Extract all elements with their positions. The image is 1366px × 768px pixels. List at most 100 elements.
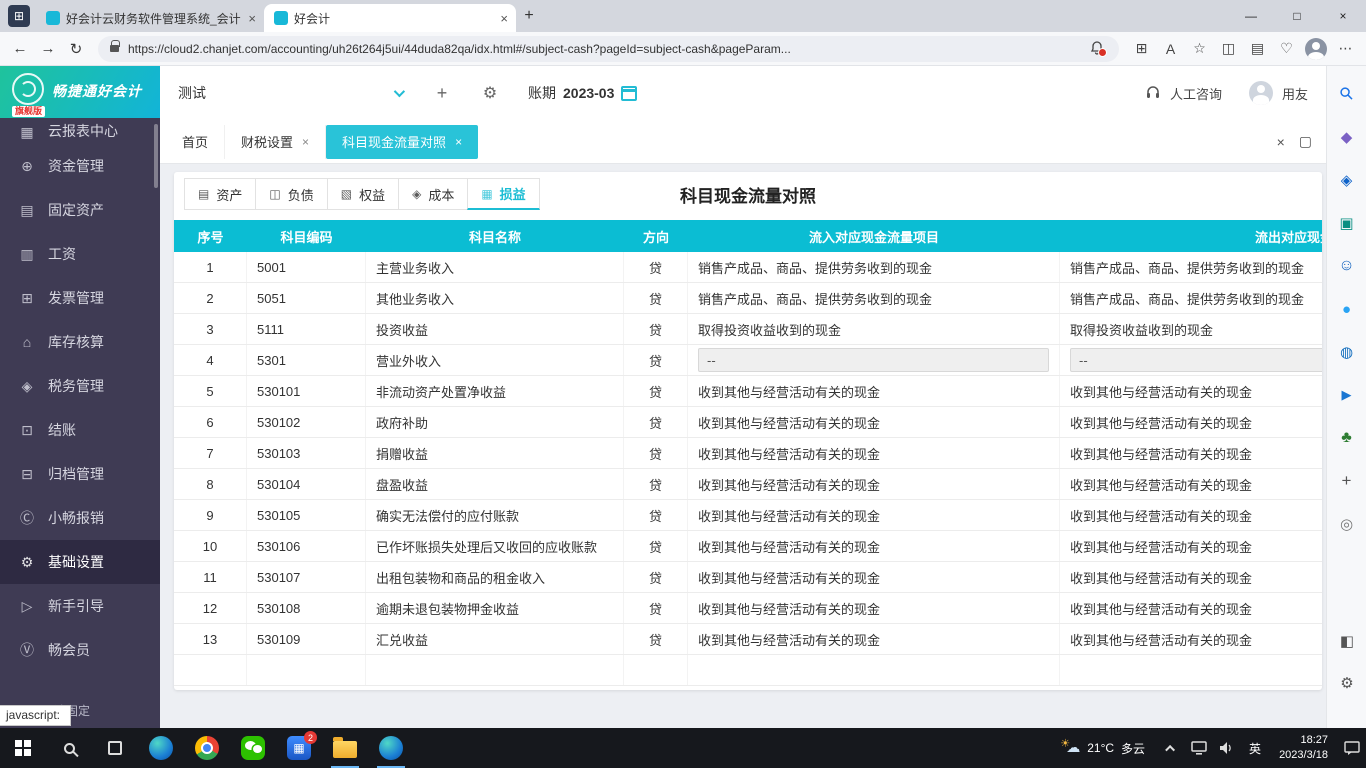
taskbar-chrome-button[interactable] [184, 728, 230, 768]
add-account-button[interactable]: + [430, 83, 454, 104]
workspace-icon[interactable]: ⊞ [8, 5, 30, 27]
category-tab[interactable]: ▦ 损益 [467, 178, 540, 210]
profile-avatar[interactable] [1305, 37, 1327, 60]
support-link[interactable]: 人工咨询 [1170, 84, 1222, 103]
taskbar-edge-button[interactable] [138, 728, 184, 768]
cell-outflow-item[interactable]: 收到其他与经营活动有关的现金 [1060, 407, 1322, 437]
read-aloud-icon[interactable]: A [1156, 35, 1185, 63]
cell-outflow-item[interactable]: 收到其他与经营活动有关的现金 [1060, 469, 1322, 499]
outlook-icon[interactable]: ◍ [1333, 338, 1361, 366]
cell-inflow-item[interactable]: -- [688, 345, 1060, 375]
split-screen-icon[interactable]: ◫ [1214, 35, 1243, 63]
ime-indicator[interactable]: 英 [1241, 728, 1269, 768]
cell-inflow-item[interactable]: 收到其他与经营活动有关的现金 [688, 500, 1060, 530]
weather-widget[interactable]: ☀ ☁ 21°C 多云 [1048, 728, 1157, 768]
browser-menu-icon[interactable]: ⋯ [1331, 35, 1360, 63]
cell-outflow-item[interactable]: 收到其他与经营活动有关的现金 [1060, 624, 1322, 654]
action-center-button[interactable] [1338, 728, 1366, 768]
volume-icon[interactable] [1213, 728, 1241, 768]
table-row[interactable]: 10 530106 已作坏账损失处理后又收回的应收账款 贷 收到其他与经营活动有… [174, 531, 1322, 562]
sidebar-item[interactable]: ⌂ 库存核算 [0, 320, 160, 364]
user-avatar[interactable] [1248, 81, 1273, 105]
accounting-period[interactable]: 账期 2023-03 [528, 83, 638, 103]
cell-inflow-item[interactable]: 收到其他与经营活动有关的现金 [688, 469, 1060, 499]
settings-gear-icon[interactable]: ⚙ [478, 83, 502, 103]
travel-tools-icon[interactable]: ▣ [1333, 209, 1361, 237]
panel-toggle-icon[interactable]: ◧ [1333, 627, 1361, 655]
fullscreen-button[interactable]: ▢ [1299, 133, 1312, 150]
chat-icon[interactable]: ● [1333, 295, 1361, 323]
table-row[interactable]: 11 530107 出租包装物和商品的租金收入 贷 收到其他与经营活动有关的现金… [174, 562, 1322, 593]
browser-tab[interactable]: 好会计云财务软件管理系统_会计 × [36, 4, 264, 32]
collections-icon[interactable]: ▤ [1243, 35, 1272, 63]
refresh-button[interactable]: ↻ [62, 35, 90, 63]
cell-outflow-item[interactable]: 销售产成品、商品、提供劳务收到的现金 [1060, 252, 1322, 282]
category-tab[interactable]: ▧ 权益 [326, 178, 400, 210]
cell-inflow-item[interactable]: 收到其他与经营活动有关的现金 [688, 562, 1060, 592]
notifications-blocked-icon[interactable] [1089, 40, 1107, 58]
sidebar-item[interactable]: ◈ 税务管理 [0, 364, 160, 408]
company-select[interactable]: 测试 [178, 83, 406, 103]
tab-close-icon[interactable]: × [500, 11, 508, 26]
cell-inflow-item[interactable]: 收到其他与经营活动有关的现金 [688, 438, 1060, 468]
add-favorite-icon[interactable]: ☆ [1185, 35, 1214, 63]
sidebar-item[interactable]: ▤ 固定资产 [0, 188, 160, 232]
taskbar-app-button[interactable]: ▦ 2 [276, 728, 322, 768]
tab-close-icon[interactable]: × [248, 11, 256, 26]
sidebar-item[interactable]: ⊞ 发票管理 [0, 276, 160, 320]
maximize-button[interactable]: □ [1274, 0, 1320, 32]
taskbar-edge-active-button[interactable] [368, 728, 414, 768]
browser-tab-active[interactable]: 好会计 × [264, 4, 516, 32]
cell-inflow-item[interactable]: 收到其他与经营活动有关的现金 [688, 531, 1060, 561]
tree-app-icon[interactable]: ♣ [1333, 424, 1361, 452]
cell-inflow-item[interactable]: 收到其他与经营活动有关的现金 [688, 407, 1060, 437]
table-row[interactable]: 12 530108 逾期未退包装物押金收益 贷 收到其他与经营活动有关的现金 收… [174, 593, 1322, 624]
search-icon[interactable]: ⚲ [1327, 74, 1366, 114]
taskbar-search-button[interactable] [46, 728, 92, 768]
table-row[interactable]: 13 530109 汇兑收益 贷 收到其他与经营活动有关的现金 收到其他与经营活… [174, 624, 1322, 655]
sidebar-item[interactable]: ▷ 新手引导 [0, 584, 160, 628]
cell-inflow-item[interactable]: 销售产成品、商品、提供劳务收到的现金 [688, 283, 1060, 313]
games-icon[interactable]: ◎ [1333, 510, 1361, 538]
shopping-icon[interactable]: ◈ [1333, 166, 1361, 194]
sidebar-item[interactable]: Ⓒ 小畅报销 [0, 496, 160, 540]
hidden-icons-button[interactable] [1157, 728, 1185, 768]
copilot-icon[interactable]: ◆ [1333, 123, 1361, 151]
table-row[interactable]: 8 530104 盘盈收益 贷 收到其他与经营活动有关的现金 收到其他与经营活动… [174, 469, 1322, 500]
cell-outflow-item[interactable]: 收到其他与经营活动有关的现金 [1060, 500, 1322, 530]
cell-outflow-item[interactable]: 收到其他与经营活动有关的现金 [1060, 593, 1322, 623]
taskbar-explorer-button[interactable] [322, 728, 368, 768]
page-tab[interactable]: 财税设置 × [225, 124, 327, 159]
forward-button[interactable]: → [34, 35, 62, 63]
minimize-button[interactable]: — [1228, 0, 1274, 32]
taskbar-wechat-button[interactable] [230, 728, 276, 768]
browser-essentials-icon[interactable]: ♡ [1272, 35, 1301, 63]
cell-outflow-item[interactable]: 销售产成品、商品、提供劳务收到的现金 [1060, 283, 1322, 313]
cell-outflow-item[interactable]: -- [1060, 345, 1322, 375]
page-tab[interactable]: 科目现金流量对照 × [326, 124, 479, 159]
cell-outflow-item[interactable]: 收到其他与经营活动有关的现金 [1060, 562, 1322, 592]
contacts-icon[interactable]: ☺ [1333, 252, 1361, 280]
cell-outflow-item[interactable]: 收到其他与经营活动有关的现金 [1060, 531, 1322, 561]
calendar-icon[interactable] [621, 85, 638, 101]
close-window-button[interactable]: × [1320, 0, 1366, 32]
add-tool-icon[interactable]: + [1333, 467, 1361, 495]
page-tab-close-icon[interactable]: × [302, 135, 309, 149]
sidebar-item[interactable]: ⚙ 基础设置 [0, 540, 160, 584]
cell-outflow-item[interactable]: 收到其他与经营活动有关的现金 [1060, 376, 1322, 406]
taskbar-clock[interactable]: 18:27 2023/3/18 [1269, 733, 1338, 763]
table-row[interactable]: 7 530103 捐赠收益 贷 收到其他与经营活动有关的现金 收到其他与经营活动… [174, 438, 1322, 469]
cell-inflow-item[interactable]: 销售产成品、商品、提供劳务收到的现金 [688, 252, 1060, 282]
back-button[interactable]: ← [6, 35, 34, 63]
table-row[interactable]: 5 530101 非流动资产处置净收益 贷 收到其他与经营活动有关的现金 收到其… [174, 376, 1322, 407]
sidebar-item[interactable]: ▥ 工资 [0, 232, 160, 276]
sidebar-item[interactable]: ⊕ 资金管理 [0, 144, 160, 188]
address-bar[interactable]: https://cloud2.chanjet.com/accounting/uh… [98, 35, 1119, 62]
cell-outflow-item[interactable]: 取得投资收益收到的现金 [1060, 314, 1322, 344]
cell-inflow-item[interactable]: 收到其他与经营活动有关的现金 [688, 376, 1060, 406]
send-icon[interactable]: ▶ [1333, 381, 1361, 409]
start-button[interactable] [0, 728, 46, 768]
network-icon[interactable] [1185, 728, 1213, 768]
user-name[interactable]: 用友 [1282, 84, 1308, 103]
task-view-button[interactable] [92, 728, 138, 768]
